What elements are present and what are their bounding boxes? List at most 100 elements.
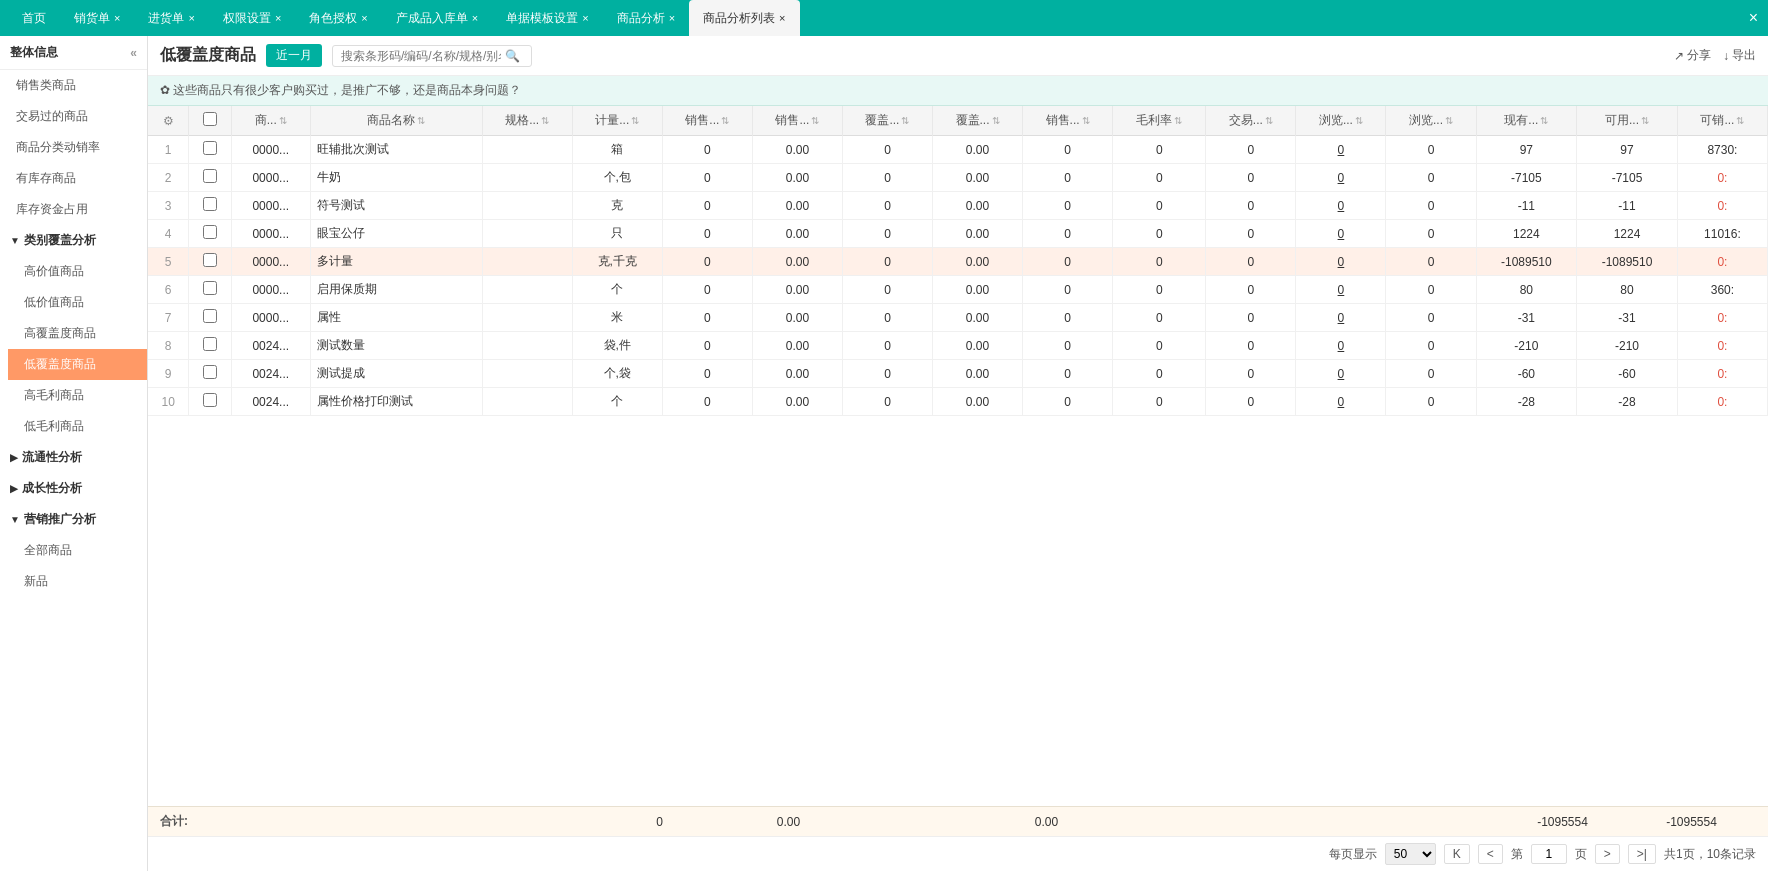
column-unit[interactable]: 计量...⇅: [572, 106, 662, 136]
column-name[interactable]: 商品名称⇅: [310, 106, 482, 136]
sidebar-item-low-value[interactable]: 低价值商品: [8, 287, 147, 318]
nav-tab-template-settings[interactable]: 单据模板设置 ×: [492, 0, 602, 36]
row-browse1[interactable]: 0: [1296, 164, 1386, 192]
sidebar-item-in-stock[interactable]: 有库存商品: [0, 163, 147, 194]
row-name[interactable]: 旺辅批次测试: [310, 136, 482, 164]
row-select-checkbox[interactable]: [203, 197, 217, 211]
row-checkbox[interactable]: [189, 388, 232, 416]
nav-tab-template-settings-close[interactable]: ×: [582, 12, 588, 24]
sidebar-group-growth[interactable]: ▶ 成长性分析: [0, 473, 147, 504]
row-select-checkbox[interactable]: [203, 365, 217, 379]
column-current-stock[interactable]: 现有...⇅: [1476, 106, 1577, 136]
row-select-checkbox[interactable]: [203, 393, 217, 407]
row-select-checkbox[interactable]: [203, 281, 217, 295]
sidebar-item-inventory-capital[interactable]: 库存资金占用: [0, 194, 147, 225]
export-button[interactable]: ↓ 导出: [1723, 47, 1756, 64]
nav-tab-finished-goods-close[interactable]: ×: [472, 12, 478, 24]
row-browse1[interactable]: 0: [1296, 276, 1386, 304]
sidebar-group-category-coverage[interactable]: ▼ 类别覆盖分析: [0, 225, 147, 256]
sidebar-item-sales-goods[interactable]: 销售类商品: [0, 70, 147, 101]
first-page-button[interactable]: K: [1444, 844, 1470, 864]
sidebar-item-all-goods[interactable]: 全部商品: [8, 535, 147, 566]
row-name[interactable]: 测试提成: [310, 360, 482, 388]
column-available[interactable]: 可用...⇅: [1577, 106, 1678, 136]
row-browse1[interactable]: 0: [1296, 192, 1386, 220]
column-saleable[interactable]: 可销...⇅: [1677, 106, 1767, 136]
column-browse1[interactable]: 浏览...⇅: [1296, 106, 1386, 136]
row-select-checkbox[interactable]: [203, 169, 217, 183]
row-name[interactable]: 启用保质期: [310, 276, 482, 304]
row-checkbox[interactable]: [189, 136, 232, 164]
row-browse1[interactable]: 0: [1296, 332, 1386, 360]
row-name[interactable]: 测试数量: [310, 332, 482, 360]
column-sales-amt[interactable]: 销售...⇅: [752, 106, 842, 136]
nav-tab-home[interactable]: 首页: [8, 0, 60, 36]
time-filter-button[interactable]: 近一月: [266, 44, 322, 67]
row-name[interactable]: 属性: [310, 304, 482, 332]
row-name[interactable]: 符号测试: [310, 192, 482, 220]
row-name[interactable]: 眼宝公仔: [310, 220, 482, 248]
share-button[interactable]: ↗ 分享: [1674, 47, 1711, 64]
nav-tab-sales[interactable]: 销货单 ×: [60, 0, 134, 36]
column-coverage1[interactable]: 覆盖...⇅: [842, 106, 932, 136]
row-name[interactable]: 牛奶: [310, 164, 482, 192]
last-page-button[interactable]: >|: [1628, 844, 1656, 864]
row-checkbox[interactable]: [189, 360, 232, 388]
row-checkbox[interactable]: [189, 192, 232, 220]
column-settings[interactable]: ⚙: [148, 106, 189, 136]
row-browse1[interactable]: 0: [1296, 360, 1386, 388]
row-select-checkbox[interactable]: [203, 337, 217, 351]
sidebar-item-high-margin[interactable]: 高毛利商品: [8, 380, 147, 411]
row-checkbox[interactable]: [189, 220, 232, 248]
column-gross-rate[interactable]: 毛利率⇅: [1113, 106, 1206, 136]
nav-tab-permissions[interactable]: 权限设置 ×: [209, 0, 295, 36]
prev-page-button[interactable]: <: [1478, 844, 1503, 864]
nav-tab-product-analysis-list[interactable]: 商品分析列表 ×: [689, 0, 799, 36]
nav-tab-purchase[interactable]: 进货单 ×: [134, 0, 208, 36]
row-select-checkbox[interactable]: [203, 253, 217, 267]
row-checkbox[interactable]: [189, 248, 232, 276]
select-all-checkbox[interactable]: [203, 112, 217, 126]
column-coverage2[interactable]: 覆盖...⇅: [933, 106, 1023, 136]
column-trade[interactable]: 交易...⇅: [1206, 106, 1296, 136]
column-browse2[interactable]: 浏览...⇅: [1386, 106, 1476, 136]
row-browse1[interactable]: 0: [1296, 304, 1386, 332]
sidebar-group-marketing[interactable]: ▼ 营销推广分析: [0, 504, 147, 535]
row-browse1[interactable]: 0: [1296, 136, 1386, 164]
nav-tab-roles[interactable]: 角色授权 ×: [295, 0, 381, 36]
sidebar-item-low-margin[interactable]: 低毛利商品: [8, 411, 147, 442]
sidebar-item-new-goods[interactable]: 新品: [8, 566, 147, 597]
sidebar-item-traded-goods[interactable]: 交易过的商品: [0, 101, 147, 132]
next-page-button[interactable]: >: [1595, 844, 1620, 864]
row-checkbox[interactable]: [189, 276, 232, 304]
nav-tab-roles-close[interactable]: ×: [361, 12, 367, 24]
sidebar-item-high-value[interactable]: 高价值商品: [8, 256, 147, 287]
row-checkbox[interactable]: [189, 332, 232, 360]
nav-tab-sales-close[interactable]: ×: [114, 12, 120, 24]
nav-tab-permissions-close[interactable]: ×: [275, 12, 281, 24]
row-name[interactable]: 多计量: [310, 248, 482, 276]
search-input[interactable]: [341, 49, 501, 63]
row-checkbox[interactable]: [189, 304, 232, 332]
column-spec[interactable]: 规格...⇅: [482, 106, 572, 136]
sidebar-collapse-button[interactable]: «: [130, 46, 137, 60]
column-sales-days[interactable]: 销售...⇅: [1023, 106, 1113, 136]
nav-tab-product-analysis-close[interactable]: ×: [669, 12, 675, 24]
row-select-checkbox[interactable]: [203, 141, 217, 155]
nav-tab-purchase-close[interactable]: ×: [188, 12, 194, 24]
settings-icon[interactable]: ⚙: [163, 114, 174, 128]
nav-tab-finished-goods[interactable]: 产成品入库单 ×: [382, 0, 492, 36]
nav-tab-product-analysis-list-close[interactable]: ×: [779, 12, 785, 24]
row-browse1[interactable]: 0: [1296, 388, 1386, 416]
window-close-button[interactable]: ×: [1749, 9, 1758, 27]
sidebar-item-low-coverage[interactable]: 低覆盖度商品: [8, 349, 147, 380]
row-browse1[interactable]: 0: [1296, 220, 1386, 248]
row-browse1[interactable]: 0: [1296, 248, 1386, 276]
nav-tab-product-analysis[interactable]: 商品分析 ×: [603, 0, 689, 36]
row-name[interactable]: 属性价格打印测试: [310, 388, 482, 416]
per-page-select[interactable]: 50 100 200: [1385, 843, 1436, 865]
row-select-checkbox[interactable]: [203, 309, 217, 323]
sidebar-item-category-sales-rate[interactable]: 商品分类动销率: [0, 132, 147, 163]
sidebar-item-high-coverage[interactable]: 高覆盖度商品: [8, 318, 147, 349]
column-sales-qty[interactable]: 销售...⇅: [662, 106, 752, 136]
